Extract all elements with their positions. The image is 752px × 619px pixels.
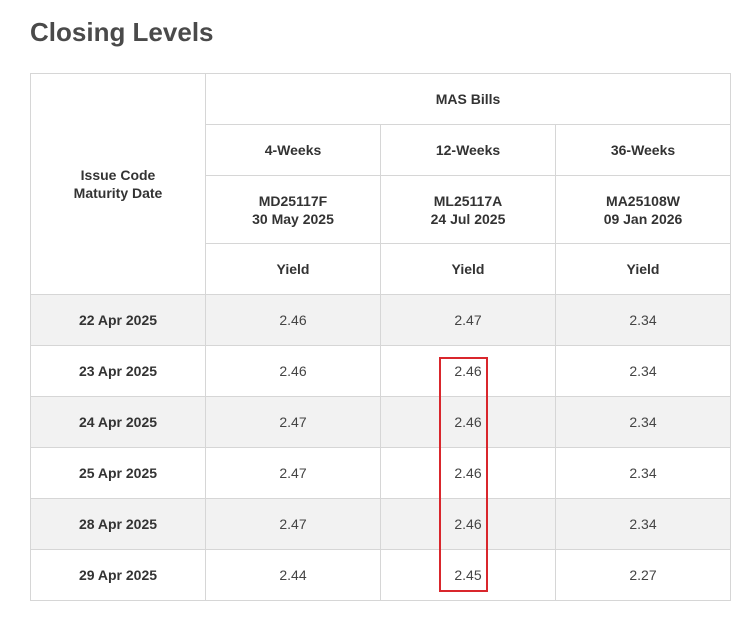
table-row: 29 Apr 2025 2.44 2.45 2.27 [30, 549, 731, 601]
yield-header-1: Yield [205, 243, 381, 295]
header-corner: Issue Code Maturity Date [30, 73, 206, 295]
table-row: 23 Apr 2025 2.46 2.46 2.34 [30, 345, 731, 397]
yield-value: 2.46 [380, 345, 556, 397]
yield-value: 2.34 [555, 294, 731, 346]
yield-value: 2.47 [205, 396, 381, 448]
yield-value: 2.46 [205, 345, 381, 397]
yield-header-2: Yield [380, 243, 556, 295]
closing-levels-table: Issue Code Maturity Date MAS Bills 4-Wee… [30, 73, 731, 601]
table-row: 28 Apr 2025 2.47 2.46 2.34 [30, 498, 731, 550]
tenor-header-4-weeks: 4-Weeks [205, 124, 381, 176]
table-row: 25 Apr 2025 2.47 2.46 2.34 [30, 447, 731, 499]
issue-code-label: Issue Code [80, 167, 156, 183]
yield-value: 2.34 [555, 498, 731, 550]
row-date: 22 Apr 2025 [30, 294, 206, 346]
row-date: 29 Apr 2025 [30, 549, 206, 601]
yield-header-3: Yield [555, 243, 731, 295]
yield-value: 2.27 [555, 549, 731, 601]
yield-value: 2.46 [380, 396, 556, 448]
maturity-date-label: Maturity Date [73, 185, 163, 201]
yield-value: 2.44 [205, 549, 381, 601]
issue-code: ML25117A [433, 192, 503, 209]
issue-header-2: ML25117A 24 Jul 2025 [380, 175, 556, 244]
table-row: 24 Apr 2025 2.47 2.46 2.34 [30, 396, 731, 448]
yield-value: 2.34 [555, 447, 731, 499]
tenor-header-36-weeks: 36-Weeks [555, 124, 731, 176]
issue-header-3: MA25108W 09 Jan 2026 [555, 175, 731, 244]
maturity-date: 24 Jul 2025 [430, 210, 506, 227]
table-body: 22 Apr 2025 2.46 2.47 2.34 23 Apr 2025 2… [30, 294, 731, 601]
page-title: Closing Levels [30, 17, 214, 47]
yield-value: 2.45 [380, 549, 556, 601]
table-row: 22 Apr 2025 2.46 2.47 2.34 [30, 294, 731, 346]
issue-code: MA25108W [606, 192, 680, 209]
yield-value: 2.46 [380, 447, 556, 499]
issue-code: MD25117F [258, 192, 328, 209]
issue-header-1: MD25117F 30 May 2025 [205, 175, 381, 244]
yield-value: 2.47 [205, 447, 381, 499]
table-header: Issue Code Maturity Date MAS Bills 4-Wee… [30, 73, 731, 295]
yield-value: 2.34 [555, 345, 731, 397]
tenor-header-12-weeks: 12-Weeks [380, 124, 556, 176]
yield-value: 2.47 [380, 294, 556, 346]
yield-value: 2.47 [205, 498, 381, 550]
row-date: 23 Apr 2025 [30, 345, 206, 397]
yield-value: 2.46 [205, 294, 381, 346]
mas-bills-header: MAS Bills [205, 73, 731, 125]
row-date: 24 Apr 2025 [30, 396, 206, 448]
yield-value: 2.46 [380, 498, 556, 550]
row-date: 28 Apr 2025 [30, 498, 206, 550]
maturity-date: 09 Jan 2026 [603, 210, 683, 227]
yield-value: 2.34 [555, 396, 731, 448]
maturity-date: 30 May 2025 [252, 210, 334, 227]
row-date: 25 Apr 2025 [30, 447, 206, 499]
